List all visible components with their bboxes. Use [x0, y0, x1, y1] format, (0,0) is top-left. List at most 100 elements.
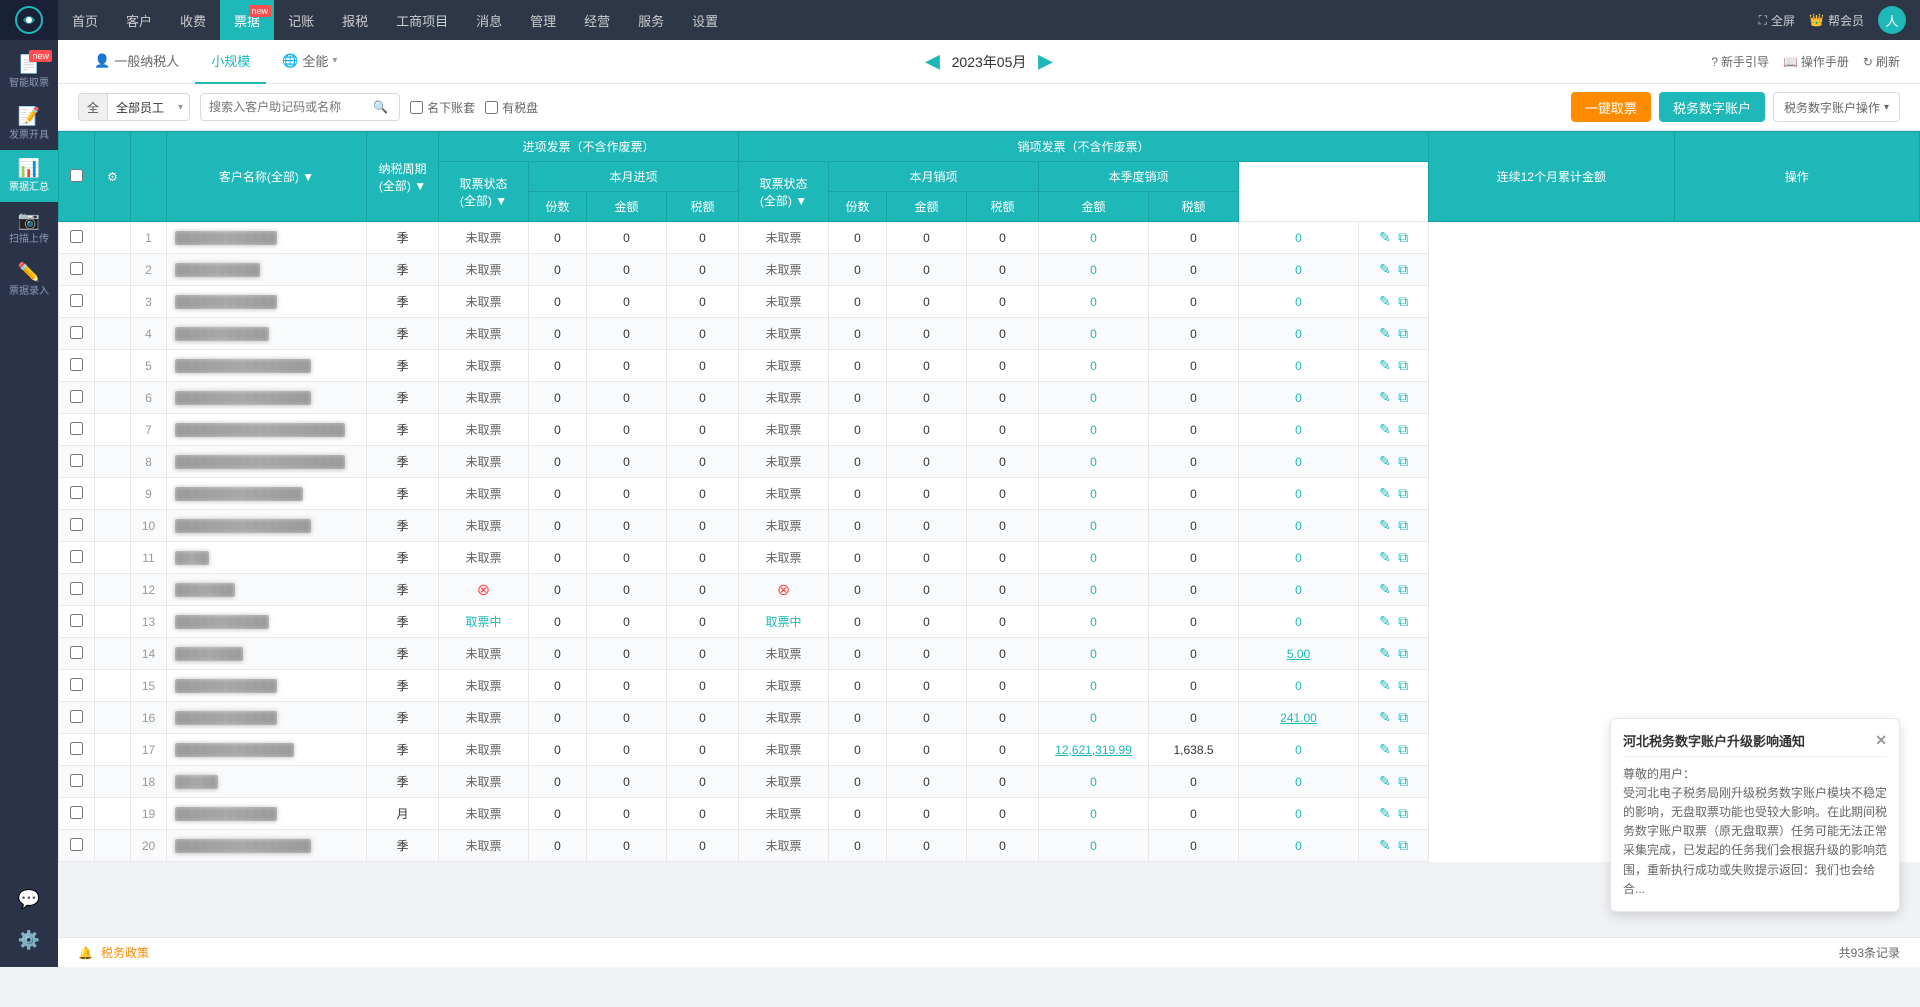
- cell-name[interactable]: ████████████: [167, 798, 367, 830]
- cell-checkbox[interactable]: [59, 382, 95, 414]
- copy-icon[interactable]: ⧉: [1398, 357, 1408, 373]
- cell-out-status[interactable]: 未取票: [739, 734, 829, 766]
- nav-operation[interactable]: 经营: [570, 0, 624, 40]
- sidebar-item-summary[interactable]: 📊 票据汇总: [0, 150, 58, 202]
- cell-checkbox[interactable]: [59, 734, 95, 766]
- cell-out-status[interactable]: 未取票: [739, 510, 829, 542]
- copy-icon[interactable]: ⧉: [1398, 453, 1408, 469]
- edit-icon[interactable]: ✎: [1379, 837, 1391, 853]
- cell-in-status[interactable]: 取票中: [439, 606, 529, 638]
- cell-cumulative[interactable]: 0: [1239, 318, 1359, 350]
- copy-icon[interactable]: ⧉: [1398, 485, 1408, 501]
- cell-checkbox[interactable]: [59, 254, 95, 286]
- row-checkbox[interactable]: [70, 486, 83, 499]
- cell-in-status[interactable]: 未取票: [439, 798, 529, 830]
- cell-checkbox[interactable]: [59, 670, 95, 702]
- row-checkbox[interactable]: [70, 390, 83, 403]
- th-settings[interactable]: ⚙: [95, 132, 131, 222]
- cell-checkbox[interactable]: [59, 638, 95, 670]
- edit-icon[interactable]: ✎: [1379, 421, 1391, 437]
- cell-cumulative[interactable]: 0: [1239, 382, 1359, 414]
- guide-btn[interactable]: ? 新手引导: [1711, 53, 1769, 70]
- named-accounts-checkbox[interactable]: [410, 101, 423, 114]
- th-period[interactable]: 纳税周期(全部) ▼: [367, 132, 439, 222]
- row-checkbox[interactable]: [70, 326, 83, 339]
- row-checkbox[interactable]: [70, 838, 83, 851]
- cell-name[interactable]: ████████████████: [167, 830, 367, 862]
- cell-in-status[interactable]: 未取票: [439, 542, 529, 574]
- copy-icon[interactable]: ⧉: [1398, 837, 1408, 853]
- cell-cumulative[interactable]: 0: [1239, 670, 1359, 702]
- cell-in-status[interactable]: 未取票: [439, 830, 529, 862]
- cell-checkbox[interactable]: [59, 510, 95, 542]
- search-icon[interactable]: 🔍: [373, 100, 388, 114]
- edit-icon[interactable]: ✎: [1379, 581, 1391, 597]
- cell-in-status[interactable]: 未取票: [439, 478, 529, 510]
- cell-in-status[interactable]: 未取票: [439, 382, 529, 414]
- cell-in-status[interactable]: 未取票: [439, 286, 529, 318]
- select-all-checkbox[interactable]: [70, 169, 83, 182]
- th-name[interactable]: 客户名称(全部) ▼: [167, 132, 367, 222]
- cell-name[interactable]: ████████████: [167, 670, 367, 702]
- edit-icon[interactable]: ✎: [1379, 773, 1391, 789]
- cell-checkbox[interactable]: [59, 222, 95, 254]
- cell-name[interactable]: ████████████████: [167, 382, 367, 414]
- copy-icon[interactable]: ⧉: [1398, 517, 1408, 533]
- cell-in-status[interactable]: 未取票: [439, 766, 529, 798]
- cell-in-status[interactable]: 未取票: [439, 318, 529, 350]
- cell-out-status[interactable]: 未取票: [739, 414, 829, 446]
- digital-account-ops-btn[interactable]: 税务数字账户操作 ▾: [1773, 92, 1900, 122]
- copy-icon[interactable]: ⧉: [1398, 229, 1408, 245]
- cell-cumulative[interactable]: 0: [1239, 542, 1359, 574]
- copy-icon[interactable]: ⧉: [1398, 325, 1408, 341]
- tab-small[interactable]: 小规模: [195, 40, 266, 84]
- nav-bookkeeping[interactable]: 记账: [274, 0, 328, 40]
- cell-in-status[interactable]: 未取票: [439, 510, 529, 542]
- cell-cumulative[interactable]: 0: [1239, 414, 1359, 446]
- nav-customer[interactable]: 客户: [112, 0, 166, 40]
- cell-in-status[interactable]: 未取票: [439, 638, 529, 670]
- row-checkbox[interactable]: [70, 358, 83, 371]
- cell-cumulative[interactable]: 0: [1239, 830, 1359, 862]
- edit-icon[interactable]: ✎: [1379, 805, 1391, 821]
- cell-checkbox[interactable]: [59, 574, 95, 606]
- nav-billing[interactable]: 收费: [166, 0, 220, 40]
- row-checkbox[interactable]: [70, 230, 83, 243]
- cell-checkbox[interactable]: [59, 830, 95, 862]
- nav-home[interactable]: 首页: [58, 0, 112, 40]
- cell-in-status[interactable]: ⊗: [439, 574, 529, 606]
- copy-icon[interactable]: ⧉: [1398, 581, 1408, 597]
- copy-icon[interactable]: ⧉: [1398, 741, 1408, 757]
- cell-name[interactable]: ████████████: [167, 702, 367, 734]
- cell-out-status[interactable]: 未取票: [739, 798, 829, 830]
- cell-cumulative[interactable]: 241.00: [1239, 702, 1359, 734]
- cell-name[interactable]: ███████████████: [167, 478, 367, 510]
- copy-icon[interactable]: ⧉: [1398, 389, 1408, 405]
- cell-cumulative[interactable]: 0: [1239, 286, 1359, 318]
- cell-out-status[interactable]: 未取票: [739, 478, 829, 510]
- nav-business[interactable]: 工商项目: [382, 0, 462, 40]
- copy-icon[interactable]: ⧉: [1398, 293, 1408, 309]
- cell-out-status[interactable]: 未取票: [739, 702, 829, 734]
- manual-btn[interactable]: 📖 操作手册: [1783, 53, 1849, 70]
- sidebar-item-scan[interactable]: 📷 扫描上传: [0, 202, 58, 254]
- cell-in-status[interactable]: 未取票: [439, 222, 529, 254]
- cell-name[interactable]: ████████: [167, 638, 367, 670]
- row-checkbox[interactable]: [70, 774, 83, 787]
- edit-icon[interactable]: ✎: [1379, 261, 1391, 277]
- cell-cumulative[interactable]: 0: [1239, 606, 1359, 638]
- cell-in-status[interactable]: 未取票: [439, 350, 529, 382]
- row-checkbox[interactable]: [70, 262, 83, 275]
- row-checkbox[interactable]: [70, 646, 83, 659]
- cell-name[interactable]: ███████: [167, 574, 367, 606]
- cell-out-status[interactable]: 未取票: [739, 766, 829, 798]
- cell-checkbox[interactable]: [59, 446, 95, 478]
- sidebar-item-message[interactable]: 💬: [0, 881, 58, 918]
- cell-name[interactable]: ██████████: [167, 254, 367, 286]
- digital-account-btn[interactable]: 税务数字账户: [1659, 92, 1765, 122]
- edit-icon[interactable]: ✎: [1379, 645, 1391, 661]
- edit-icon[interactable]: ✎: [1379, 517, 1391, 533]
- th-in-status[interactable]: 取票状态(全部) ▼: [439, 162, 529, 222]
- copy-icon[interactable]: ⧉: [1398, 709, 1408, 725]
- copy-icon[interactable]: ⧉: [1398, 549, 1408, 565]
